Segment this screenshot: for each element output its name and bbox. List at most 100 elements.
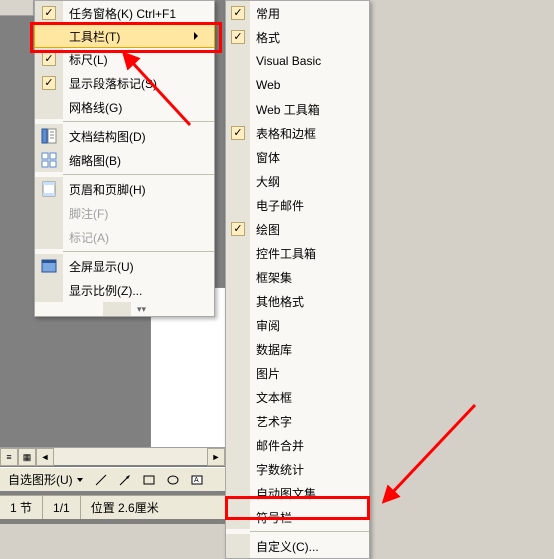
checkbox-icon bbox=[35, 47, 63, 71]
view-normal-icon[interactable]: ≡ bbox=[0, 448, 18, 466]
menu-separator bbox=[250, 531, 369, 532]
submenu-item-drawing[interactable]: 绘图 bbox=[226, 217, 369, 241]
drawing-toolbar: 自选图形(U) A bbox=[0, 467, 225, 491]
submenu-item-word-count[interactable]: 字数统计 bbox=[226, 457, 369, 481]
menu-label: 任务窗格(K) Ctrl+F1 bbox=[69, 5, 198, 22]
menu-item-ruler[interactable]: 标尺(L) bbox=[35, 47, 214, 71]
horizontal-scrollbar[interactable]: ≡ ▦ ◄ ► bbox=[0, 447, 225, 465]
submenu-item-textbox[interactable]: 文本框 bbox=[226, 385, 369, 409]
menu-separator bbox=[63, 174, 214, 175]
menu-label: 文档结构图(D) bbox=[69, 128, 198, 145]
menu-item-toolbars[interactable]: 工具栏(T) bbox=[34, 24, 215, 48]
menu-item-document-map[interactable]: 文档结构图(D) bbox=[35, 124, 214, 148]
view-layout-icon[interactable]: ▦ bbox=[18, 448, 36, 466]
menu-label: 工具栏(T) bbox=[69, 28, 194, 45]
submenu-item-web-tools[interactable]: Web 工具箱 bbox=[226, 97, 369, 121]
checkbox-icon bbox=[35, 1, 63, 25]
submenu-item-visual-basic[interactable]: Visual Basic bbox=[226, 49, 369, 73]
oval-tool-icon[interactable] bbox=[163, 470, 183, 490]
status-page: 1/1 bbox=[43, 496, 81, 519]
menu-label: 缩略图(B) bbox=[69, 152, 198, 169]
submenu-item-tables-borders[interactable]: 表格和边框 bbox=[226, 121, 369, 145]
menu-label: 显示比例(Z)... bbox=[69, 282, 198, 299]
menu-item-footnotes[interactable]: 脚注(F) bbox=[35, 201, 214, 225]
menu-label: 文本框 bbox=[256, 389, 353, 406]
menu-label: 邮件合并 bbox=[256, 437, 353, 454]
submenu-item-control-toolbox[interactable]: 控件工具箱 bbox=[226, 241, 369, 265]
submenu-item-forms[interactable]: 窗体 bbox=[226, 145, 369, 169]
checkbox-icon bbox=[226, 121, 250, 145]
menu-item-fullscreen[interactable]: 全屏显示(U) bbox=[35, 254, 214, 278]
menu-label: 窗体 bbox=[256, 149, 353, 166]
scroll-track[interactable] bbox=[54, 448, 207, 465]
menu-label: Visual Basic bbox=[256, 54, 353, 68]
submenu-item-customize[interactable]: 自定义(C)... bbox=[226, 534, 369, 558]
menu-label: 图片 bbox=[256, 365, 353, 382]
menu-item-gridlines[interactable]: 网格线(G) bbox=[35, 95, 214, 119]
submenu-item-mail-merge[interactable]: 邮件合并 bbox=[226, 433, 369, 457]
menu-item-markup[interactable]: 标记(A) bbox=[35, 225, 214, 249]
scroll-right-icon[interactable]: ► bbox=[207, 448, 225, 466]
menu-label: 全屏显示(U) bbox=[69, 258, 198, 275]
submenu-item-reviewing[interactable]: 审阅 bbox=[226, 313, 369, 337]
submenu-item-database[interactable]: 数据库 bbox=[226, 337, 369, 361]
submenu-arrow-icon bbox=[194, 32, 198, 40]
submenu-item-standard[interactable]: 常用 bbox=[226, 1, 369, 25]
header-footer-icon bbox=[35, 177, 63, 201]
menu-label: 格式 bbox=[256, 29, 353, 46]
icon-placeholder bbox=[35, 95, 63, 119]
toolbars-submenu: 常用 格式 Visual Basic Web Web 工具箱 表格和边框 窗体 … bbox=[225, 0, 370, 559]
menu-label: 常用 bbox=[256, 5, 353, 22]
menu-label: 数据库 bbox=[256, 341, 353, 358]
menu-label: 艺术字 bbox=[256, 413, 353, 430]
svg-text:A: A bbox=[194, 477, 199, 484]
menu-label: 页眉和页脚(H) bbox=[69, 181, 198, 198]
menu-label: 网格线(G) bbox=[69, 99, 198, 116]
menu-label: 标尺(L) bbox=[69, 51, 198, 68]
submenu-item-frames[interactable]: 框架集 bbox=[226, 265, 369, 289]
menu-label: 电子邮件 bbox=[256, 197, 353, 214]
annotation-arrow-icon bbox=[375, 395, 495, 515]
submenu-item-outlining[interactable]: 大纲 bbox=[226, 169, 369, 193]
textbox-tool-icon[interactable]: A bbox=[187, 470, 207, 490]
submenu-item-extended-formatting[interactable]: 其他格式 bbox=[226, 289, 369, 313]
menu-label: Web 工具箱 bbox=[256, 101, 353, 118]
menu-expand-chevron[interactable]: ▾▾ bbox=[35, 302, 214, 316]
submenu-item-web[interactable]: Web bbox=[226, 73, 369, 97]
menu-item-task-pane[interactable]: 任务窗格(K) Ctrl+F1 bbox=[35, 1, 214, 25]
submenu-item-symbol-bar[interactable]: 符号栏 bbox=[226, 505, 369, 529]
menu-item-zoom[interactable]: 显示比例(Z)... bbox=[35, 278, 214, 302]
scroll-left-icon[interactable]: ◄ bbox=[36, 448, 54, 466]
menu-label: 审阅 bbox=[256, 317, 353, 334]
docmap-icon bbox=[35, 124, 63, 148]
menu-item-header-footer[interactable]: 页眉和页脚(H) bbox=[35, 177, 214, 201]
submenu-item-formatting[interactable]: 格式 bbox=[226, 25, 369, 49]
icon-placeholder bbox=[35, 278, 63, 302]
menu-label: Web bbox=[256, 78, 353, 92]
submenu-item-email[interactable]: 电子邮件 bbox=[226, 193, 369, 217]
arrow-tool-icon[interactable] bbox=[115, 470, 135, 490]
menu-separator bbox=[63, 251, 214, 252]
menu-label: 控件工具箱 bbox=[256, 245, 353, 262]
button-label: 自选图形(U) bbox=[8, 471, 73, 488]
menu-label: 自动图文集 bbox=[256, 485, 353, 502]
menu-item-show-paragraph-marks[interactable]: 显示段落标记(S) bbox=[35, 71, 214, 95]
submenu-item-autotext[interactable]: 自动图文集 bbox=[226, 481, 369, 505]
menu-label: 绘图 bbox=[256, 221, 353, 238]
menu-separator bbox=[63, 121, 214, 122]
menu-label: 表格和边框 bbox=[256, 125, 353, 142]
checkbox-icon bbox=[226, 1, 250, 25]
submenu-item-picture[interactable]: 图片 bbox=[226, 361, 369, 385]
status-section: 1 节 bbox=[0, 496, 43, 519]
thumbnail-icon bbox=[35, 148, 63, 172]
menu-label: 字数统计 bbox=[256, 461, 353, 478]
menu-label: 脚注(F) bbox=[69, 205, 198, 222]
submenu-item-wordart[interactable]: 艺术字 bbox=[226, 409, 369, 433]
icon-placeholder bbox=[35, 25, 63, 47]
rectangle-tool-icon[interactable] bbox=[139, 470, 159, 490]
line-tool-icon[interactable] bbox=[91, 470, 111, 490]
checkbox-icon bbox=[226, 217, 250, 241]
autoshapes-button[interactable]: 自选图形(U) bbox=[4, 471, 87, 488]
status-bar: 1 节 1/1 位置 2.6厘米 bbox=[0, 495, 225, 519]
menu-item-thumbnails[interactable]: 缩略图(B) bbox=[35, 148, 214, 172]
